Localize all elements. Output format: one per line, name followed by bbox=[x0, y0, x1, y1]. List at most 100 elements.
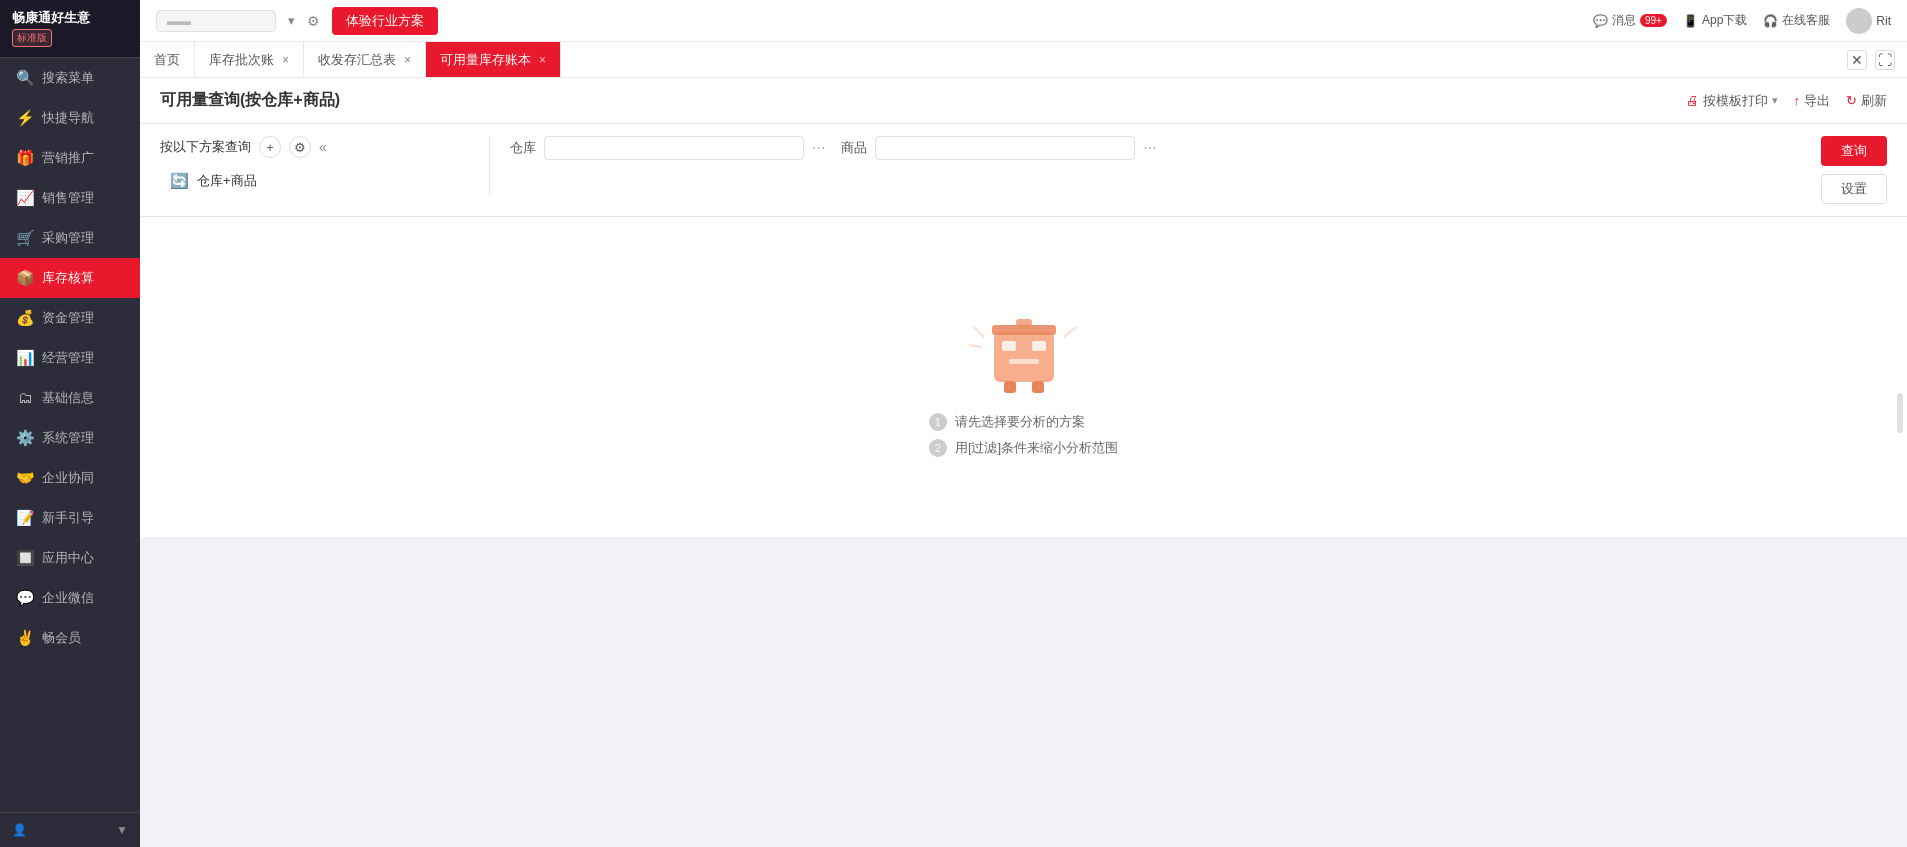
sidebar-footer[interactable]: 👤 ▼ bbox=[0, 812, 140, 847]
newguide-icon: 📝 bbox=[16, 509, 34, 527]
finance-icon: 💰 bbox=[16, 309, 34, 327]
sidebar-nav: 🔍 搜索菜单 ⚡ 快捷导航 🎁 营销推广 📈 销售管理 🛒 采购管理 📦 库存核… bbox=[0, 58, 140, 812]
user-name: Rit bbox=[1876, 14, 1891, 28]
sidebar-item-search[interactable]: 🔍 搜索菜单 bbox=[0, 58, 140, 98]
sidebar-item-label: 营销推广 bbox=[42, 149, 94, 167]
scheme-item-label: 仓库+商品 bbox=[197, 172, 257, 190]
sidebar-item-appcenter[interactable]: 🔲 应用中心 bbox=[0, 538, 140, 578]
goods-more-icon[interactable]: ··· bbox=[1143, 139, 1156, 157]
message-badge: 99+ bbox=[1640, 14, 1667, 27]
basic-icon: 🗂 bbox=[16, 389, 34, 406]
empty-hint-1: 1 请先选择要分析的方案 bbox=[929, 413, 1118, 431]
filter-manage-scheme-btn[interactable]: ⚙ bbox=[289, 136, 311, 158]
topbar-search-box[interactable]: ▬▬ bbox=[156, 10, 276, 32]
sidebar-item-label: 销售管理 bbox=[42, 189, 94, 207]
tab-home-label: 首页 bbox=[154, 51, 180, 69]
user-avatar-icon bbox=[1846, 8, 1872, 34]
hint-number-1: 1 bbox=[929, 413, 947, 431]
topbar-service[interactable]: 🎧 在线客服 bbox=[1763, 12, 1830, 29]
sidebar-item-label: 企业微信 bbox=[42, 589, 94, 607]
export-label: 导出 bbox=[1804, 92, 1830, 110]
tab-available-close[interactable]: × bbox=[539, 53, 546, 67]
tab-available[interactable]: 可用量库存账本 × bbox=[426, 42, 561, 77]
sidebar-item-inventory[interactable]: 📦 库存核算 bbox=[0, 258, 140, 298]
sidebar-item-label: 库存核算 bbox=[42, 269, 94, 287]
settings-button[interactable]: 设置 bbox=[1821, 174, 1887, 204]
topbar-dropdown-icon[interactable]: ▾ bbox=[288, 13, 295, 28]
query-button[interactable]: 查询 bbox=[1821, 136, 1887, 166]
sidebar-item-member[interactable]: ✌ 畅会员 bbox=[0, 618, 140, 658]
goods-input[interactable] bbox=[875, 136, 1135, 160]
filter-collapse-icon[interactable]: « bbox=[319, 139, 327, 155]
topbar-user[interactable]: Rit bbox=[1846, 8, 1891, 34]
filter-scheme-item-warehouse-goods[interactable]: 🔄 仓库+商品 bbox=[160, 166, 477, 196]
sidebar-logo: 畅康通好生意 bbox=[12, 10, 90, 27]
warehouse-input[interactable] bbox=[544, 136, 804, 160]
svg-line-10 bbox=[1064, 327, 1076, 337]
svg-line-9 bbox=[969, 345, 982, 347]
refresh-action[interactable]: ↻ 刷新 bbox=[1846, 92, 1887, 110]
sidebar-item-finance[interactable]: 💰 资金管理 bbox=[0, 298, 140, 338]
empty-illustration bbox=[964, 297, 1084, 397]
sidebar-item-newguide[interactable]: 📝 新手引导 bbox=[0, 498, 140, 538]
sidebar-item-operation[interactable]: 📊 经营管理 bbox=[0, 338, 140, 378]
tab-stock-summary-close[interactable]: × bbox=[404, 53, 411, 67]
hint-text-1: 请先选择要分析的方案 bbox=[955, 413, 1085, 431]
print-label: 按模板打印 bbox=[1703, 92, 1768, 110]
sidebar: 畅康通好生意 标准版 🔍 搜索菜单 ⚡ 快捷导航 🎁 营销推广 📈 销售管理 🛒… bbox=[0, 0, 140, 847]
tabs-controls: ✕ ⛶ bbox=[1835, 42, 1907, 77]
sidebar-item-label: 经营管理 bbox=[42, 349, 94, 367]
tab-batch[interactable]: 库存批次账 × bbox=[195, 42, 304, 77]
sidebar-scroll-down-icon[interactable]: ▼ bbox=[116, 823, 128, 837]
enterprise-icon: 🤝 bbox=[16, 469, 34, 487]
topbar-app-download[interactable]: 📱 App下载 bbox=[1683, 12, 1747, 29]
svg-rect-4 bbox=[1016, 319, 1032, 327]
tab-batch-close[interactable]: × bbox=[282, 53, 289, 67]
wechat-icon: 💬 bbox=[16, 589, 34, 607]
appcenter-icon: 🔲 bbox=[16, 549, 34, 567]
trial-button[interactable]: 体验行业方案 bbox=[332, 7, 438, 35]
sidebar-item-purchase[interactable]: 🛒 采购管理 bbox=[0, 218, 140, 258]
sidebar-item-marketing[interactable]: 🎁 营销推广 bbox=[0, 138, 140, 178]
sidebar-item-label: 基础信息 bbox=[42, 389, 94, 407]
sidebar-item-enterprise[interactable]: 🤝 企业协同 bbox=[0, 458, 140, 498]
svg-rect-2 bbox=[1032, 341, 1046, 351]
phone-icon: 📱 bbox=[1683, 14, 1698, 28]
svg-rect-7 bbox=[1032, 381, 1044, 393]
tab-home[interactable]: 首页 bbox=[140, 42, 195, 77]
headset-icon: 🎧 bbox=[1763, 14, 1778, 28]
tab-batch-label: 库存批次账 bbox=[209, 51, 274, 69]
main-area: ▬▬ ▾ ⚙ 体验行业方案 💬 消息 99+ 📱 App下载 🎧 在线客服 Ri… bbox=[140, 0, 1907, 847]
sidebar-item-shortcut[interactable]: ⚡ 快捷导航 bbox=[0, 98, 140, 138]
sidebar-item-system[interactable]: ⚙️ 系统管理 bbox=[0, 418, 140, 458]
sidebar-item-basic[interactable]: 🗂 基础信息 bbox=[0, 378, 140, 418]
sidebar-item-sales[interactable]: 📈 销售管理 bbox=[0, 178, 140, 218]
tab-available-label: 可用量库存账本 bbox=[440, 51, 531, 69]
system-icon: ⚙️ bbox=[16, 429, 34, 447]
warehouse-field-label: 仓库 bbox=[510, 139, 536, 157]
svg-line-8 bbox=[974, 327, 984, 337]
print-action[interactable]: 🖨 按模板打印 ▾ bbox=[1686, 92, 1778, 110]
print-dropdown-icon[interactable]: ▾ bbox=[1772, 94, 1778, 107]
filter-add-scheme-btn[interactable]: + bbox=[259, 136, 281, 158]
sidebar-item-label: 畅会员 bbox=[42, 629, 81, 647]
refresh-label: 刷新 bbox=[1861, 92, 1887, 110]
topbar-message[interactable]: 💬 消息 99+ bbox=[1593, 12, 1667, 29]
tab-close-btn[interactable]: ✕ bbox=[1847, 50, 1867, 70]
page-header: 可用量查询(按仓库+商品) 🖨 按模板打印 ▾ ↑ 导出 ↻ 刷新 bbox=[140, 78, 1907, 124]
filter-scheme-header: 按以下方案查询 + ⚙ « bbox=[160, 136, 477, 158]
hint-text-2: 用[过滤]条件来缩小分析范围 bbox=[955, 439, 1118, 457]
sidebar-item-wechat[interactable]: 💬 企业微信 bbox=[0, 578, 140, 618]
sidebar-item-label: 系统管理 bbox=[42, 429, 94, 447]
inventory-icon: 📦 bbox=[16, 269, 34, 287]
tab-expand-btn[interactable]: ⛶ bbox=[1875, 50, 1895, 70]
sidebar-item-label: 快捷导航 bbox=[42, 109, 94, 127]
empty-state: 1 请先选择要分析的方案 2 用[过滤]条件来缩小分析范围 bbox=[140, 217, 1907, 537]
member-icon: ✌ bbox=[16, 629, 34, 647]
scrollbar-handle[interactable] bbox=[1897, 393, 1903, 433]
topbar-gear-icon[interactable]: ⚙ bbox=[307, 13, 320, 29]
tab-stock-summary[interactable]: 收发存汇总表 × bbox=[304, 42, 426, 77]
filter-scheme-label: 按以下方案查询 bbox=[160, 138, 251, 156]
export-action[interactable]: ↑ 导出 bbox=[1794, 92, 1831, 110]
warehouse-more-icon[interactable]: ··· bbox=[812, 139, 825, 157]
